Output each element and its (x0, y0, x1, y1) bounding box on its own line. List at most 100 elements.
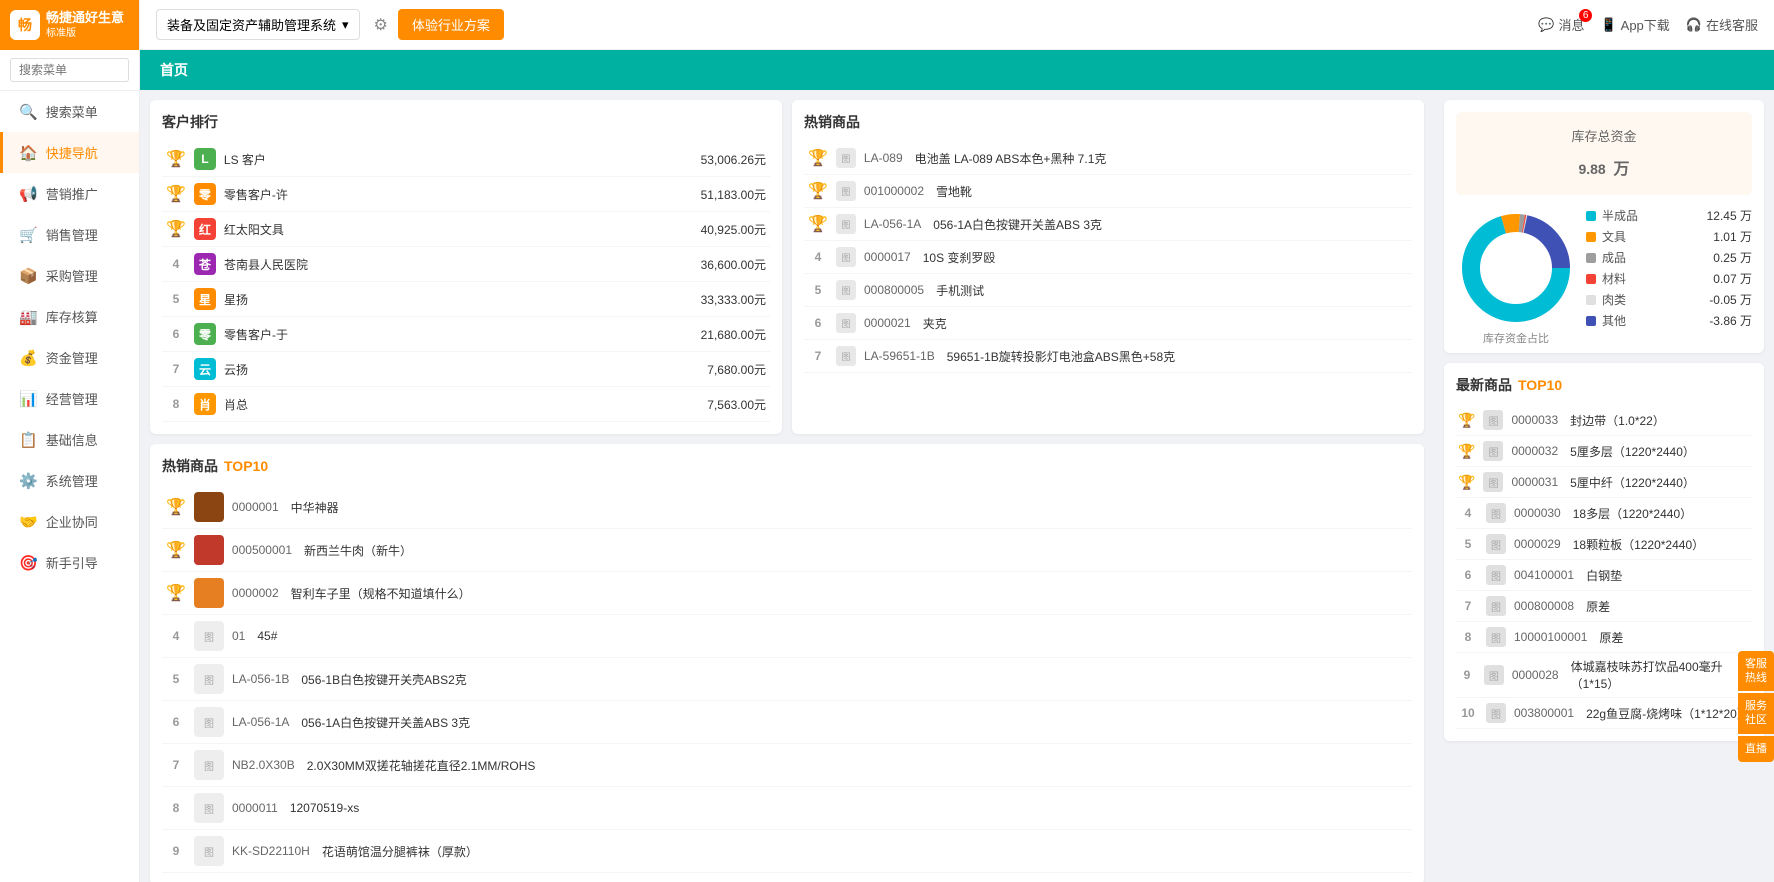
product-code: LA-056-1A (232, 715, 289, 729)
rank-num: 5 (166, 672, 186, 686)
rank-num: 7 (1458, 599, 1478, 613)
new-products-title: 最新商品 TOP10 (1456, 375, 1752, 395)
product-name: 056-1A白色按键开关盖ABS 3克 (933, 216, 1102, 233)
product-code: KK-SD22110H (232, 844, 310, 858)
legend-name: 肉类 (1602, 291, 1703, 308)
sidebar-item-sales[interactable]: 🛒销售管理 (0, 214, 139, 255)
product-code: LA-056-1A (864, 217, 921, 231)
sidebar-item-marketing[interactable]: 📢营销推广 (0, 173, 139, 214)
app-label: App下载 (1621, 15, 1670, 34)
new-product-code: 0000029 (1514, 537, 1561, 551)
sidebar-item-nav[interactable]: 🏠快捷导航 (0, 132, 139, 173)
hot-products-title: 热销商品 TOP10 (162, 456, 1412, 476)
new-product-name: 18多层（1220*2440） (1573, 505, 1692, 522)
rank-num: 9 (166, 844, 186, 858)
tab-bar: 首页 (140, 50, 1774, 90)
sidebar-item-enterprise[interactable]: 🤝企业协同 (0, 501, 139, 542)
product-name: 电池盖 LA-089 ABS本色+黑种 7.1克 (915, 150, 1107, 167)
product-icon: 图 (836, 280, 856, 300)
sidebar-item-purchase[interactable]: 📦采购管理 (0, 255, 139, 296)
logo-text: 畅捷通好生意 标准版 (46, 10, 124, 40)
rank-num: 5 (808, 283, 828, 297)
top-sales-card: 热销商品 🏆 图 LA-089 电池盖 LA-089 ABS本色+黑种 7.1克… (792, 100, 1424, 434)
nav-icon-sales: 🛒 (19, 226, 38, 244)
customer-rank-row: 7 云 云扬 7,680.00元 (162, 352, 770, 387)
sidebar-item-inventory[interactable]: 🏭库存核算 (0, 296, 139, 337)
new-product-row: 🏆 图 0000032 5厘多层（1220*2440） (1456, 436, 1752, 467)
legend-name: 其他 (1602, 312, 1703, 329)
sidebar-item-guide[interactable]: 🎯新手引导 (0, 542, 139, 583)
sidebar-item-search[interactable]: 🔍搜索菜单 (0, 91, 139, 132)
customer-rank-row: 8 肖 肖总 7,563.00元 (162, 387, 770, 422)
new-product-row: 6 图 004100001 白钢垫 (1456, 560, 1752, 591)
float-service-btn-1[interactable]: 服务社区 (1738, 693, 1774, 734)
hot-product-row: 🏆 000500001 新西兰牛肉（新牛） (162, 529, 1412, 572)
legend-item: 半成品 12.45 万 (1586, 205, 1752, 226)
rank-num: 7 (808, 349, 828, 363)
sidebar-item-operation[interactable]: 📊经营管理 (0, 378, 139, 419)
product-code: 001000002 (864, 184, 924, 198)
nav-label-marketing: 营销推广 (46, 184, 98, 203)
customer-badge: 零 (194, 323, 216, 345)
new-product-name: 5厘中纤（1220*2440） (1570, 474, 1695, 491)
customer-amount: 53,006.26元 (701, 151, 766, 168)
product-icon: 图 (836, 247, 856, 267)
medal-icon: 🏆 (808, 214, 828, 234)
new-product-icon: 图 (1484, 665, 1504, 685)
new-product-row: 5 图 0000029 18颗粒板（1220*2440） (1456, 529, 1752, 560)
new-product-row: 7 图 000800008 原差 (1456, 591, 1752, 622)
donut-legend: 半成品 12.45 万 文具 1.01 万 成品 0.25 万 材料 0.07 … (1586, 205, 1752, 331)
new-product-row: 4 图 0000030 18多层（1220*2440） (1456, 498, 1752, 529)
product-code: 0000001 (232, 500, 279, 514)
product-code: 0000021 (864, 316, 911, 330)
product-name: 手机测试 (936, 282, 984, 299)
legend-item: 其他 -3.86 万 (1586, 310, 1752, 331)
nav-label-system: 系统管理 (46, 471, 98, 490)
customer-badge: 苍 (194, 253, 216, 275)
legend-dot (1586, 211, 1596, 221)
app-download-button[interactable]: 📱 App下载 (1600, 15, 1669, 34)
medal-icon: 🏆 (166, 149, 186, 169)
system-select[interactable]: 装备及固定资产辅助管理系统 ▾ (156, 9, 360, 40)
customer-amount: 36,600.00元 (701, 256, 766, 273)
top-sales-row: 🏆 图 LA-089 电池盖 LA-089 ABS本色+黑种 7.1克 (804, 142, 1412, 175)
rank-num: 6 (166, 327, 186, 341)
float-service-btn-0[interactable]: 客服热线 (1738, 651, 1774, 692)
search-input[interactable] (10, 58, 129, 82)
donut-chart: 库存资金占比 (1456, 208, 1576, 328)
content-main: 客户排行 🏆 L LS 客户 53,006.26元 🏆 零 零售客户-许 51,… (140, 90, 1434, 882)
float-service-btn-2[interactable]: 直播 (1738, 736, 1774, 762)
nav-icon-search: 🔍 (19, 103, 38, 121)
online-service-button[interactable]: 🎧 在线客服 (1686, 15, 1758, 34)
nav-label-finance: 资金管理 (46, 348, 98, 367)
customer-name: 肖总 (224, 396, 699, 413)
inventory-label: 库存总资金 (1470, 126, 1738, 145)
medal-icon: 🏆 (1458, 474, 1475, 491)
message-button[interactable]: 💬 消息 6 (1538, 15, 1584, 34)
customer-badge: 云 (194, 358, 216, 380)
sidebar-item-finance[interactable]: 💰资金管理 (0, 337, 139, 378)
sidebar-search-wrapper (0, 50, 139, 91)
customer-badge: 肖 (194, 393, 216, 415)
gear-icon[interactable]: ⚙ (374, 15, 388, 35)
medal-icon: 🏆 (1458, 412, 1475, 429)
rank-num: 4 (1458, 506, 1478, 520)
new-product-icon: 图 (1486, 565, 1506, 585)
sidebar-item-system[interactable]: ⚙️ 系统管理 (0, 460, 139, 501)
tab-home-label: 首页 (160, 60, 188, 80)
product-code: LA-089 (864, 151, 903, 165)
product-code: 0000017 (864, 250, 911, 264)
customer-name: LS 客户 (224, 151, 693, 168)
sidebar-item-basic[interactable]: 📋基础信息 (0, 419, 139, 460)
new-product-name: 原差 (1599, 629, 1623, 646)
medal-icon: 🏆 (808, 181, 828, 201)
legend-name: 成品 (1602, 249, 1707, 266)
nav-icon-system: ⚙️ (19, 472, 38, 490)
new-product-code: 0000030 (1514, 506, 1561, 520)
rank-num: 8 (1458, 630, 1478, 644)
rank-num: 4 (808, 250, 828, 264)
tab-home[interactable]: 首页 (140, 50, 208, 90)
customer-rank-row: 5 星 星扬 33,333.00元 (162, 282, 770, 317)
trial-btn[interactable]: 体验行业方案 (398, 9, 504, 40)
nav-icon-guide: 🎯 (19, 554, 38, 572)
